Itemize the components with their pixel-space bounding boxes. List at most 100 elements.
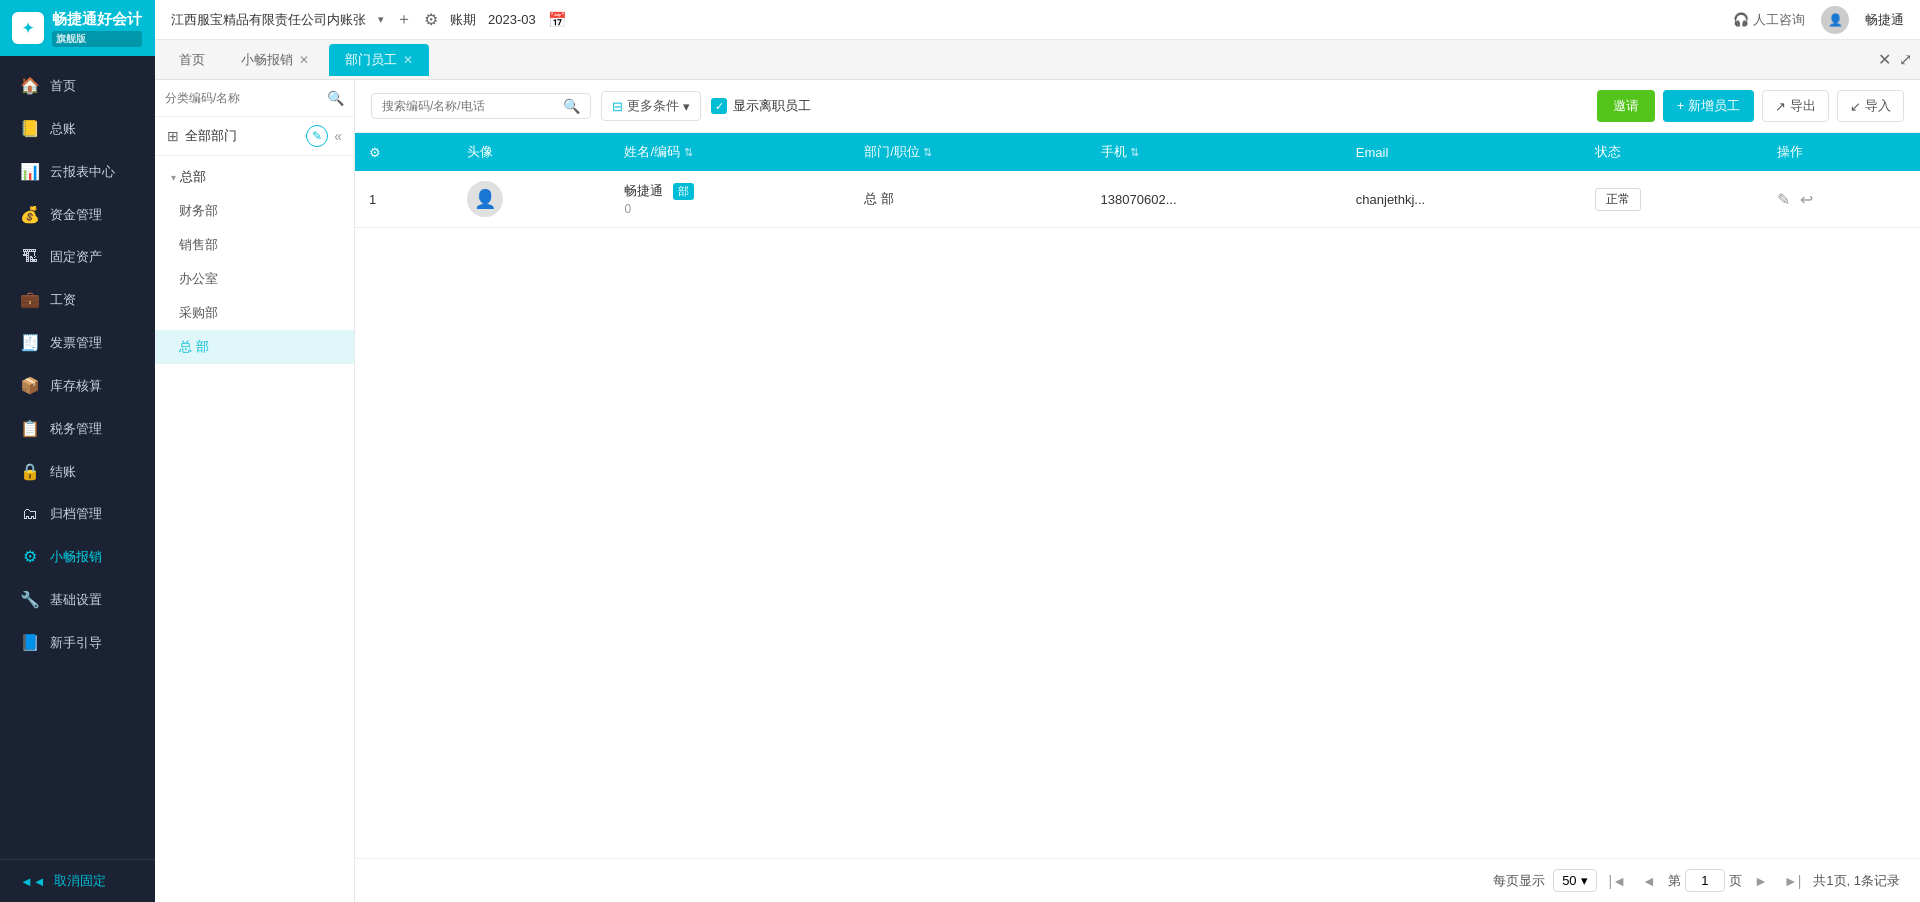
invoice-icon: 🧾 — [20, 333, 40, 352]
settings-icon[interactable]: ⚙ — [424, 10, 438, 29]
dept-tree: ▾ 总部 财务部 销售部 办公室 采购部 总 部 — [155, 156, 354, 902]
main-content: 江西服宝精品有限责任公司内账张 ▾ ＋ ⚙ 账期 2023-03 📅 🎧 人工咨… — [155, 0, 1920, 902]
period-label: 账期 — [450, 11, 476, 29]
sidebar-item-label: 新手引导 — [50, 634, 102, 652]
next-page-button[interactable]: ► — [1750, 871, 1772, 891]
support-button[interactable]: 🎧 人工咨询 — [1733, 11, 1805, 29]
sidebar-item-expense[interactable]: ⚙ 小畅报销 — [0, 535, 155, 578]
sidebar-item-funds[interactable]: 💰 资金管理 — [0, 193, 155, 236]
dept-item-finance[interactable]: 财务部 — [155, 194, 354, 228]
dept-search-icon[interactable]: 🔍 — [327, 90, 344, 106]
sidebar-item-salary[interactable]: 💼 工资 — [0, 278, 155, 321]
edit-button[interactable]: ✎ — [1777, 190, 1790, 209]
sidebar-item-tax[interactable]: 📋 税务管理 — [0, 407, 155, 450]
dept-item-sales[interactable]: 销售部 — [155, 228, 354, 262]
sidebar-item-close[interactable]: 🔒 结账 — [0, 450, 155, 493]
close-window-icon[interactable]: ✕ — [1878, 50, 1891, 69]
sidebar-item-basic[interactable]: 🔧 基础设置 — [0, 578, 155, 621]
col-email: Email — [1342, 133, 1581, 171]
employee-search-icon[interactable]: 🔍 — [563, 98, 580, 114]
tab-dept-employee-label: 部门员工 — [345, 51, 397, 69]
company-dropdown-icon[interactable]: ▾ — [378, 13, 384, 26]
toolbar-right: 邀请 + 新增员工 ↗ 导出 ↙ 导入 — [1597, 90, 1904, 122]
dept-item-headquarters[interactable]: 总 部 — [155, 330, 354, 364]
expand-icon[interactable]: ⤢ — [1899, 50, 1912, 69]
sidebar-item-label: 首页 — [50, 77, 76, 95]
filter-button[interactable]: ⊟ 更多条件 ▾ — [601, 91, 701, 121]
col-dept-position[interactable]: 部门/职位 ⇅ — [850, 133, 1086, 171]
sidebar-item-label: 小畅报销 — [50, 548, 102, 566]
avatar-icon: 👤 — [474, 188, 496, 210]
tab-expense-close-icon[interactable]: ✕ — [299, 53, 309, 67]
collapse-icon[interactable]: « — [334, 128, 342, 144]
row-dept-position: 总 部 — [850, 171, 1086, 228]
pagination: 每页显示 50 ▾ |◄ ◄ 第 页 ► ►| 共1页, 1条记录 — [355, 858, 1920, 902]
employee-name: 畅捷通 — [624, 183, 663, 198]
tab-dept-employee[interactable]: 部门员工 ✕ — [329, 44, 429, 76]
dept-item-finance-label: 财务部 — [179, 202, 218, 220]
dept-item-office[interactable]: 办公室 — [155, 262, 354, 296]
reports-icon: 📊 — [20, 162, 40, 181]
last-page-button[interactable]: ►| — [1780, 871, 1806, 891]
sidebar-nav: 🏠 首页 📒 总账 📊 云报表中心 💰 资金管理 🏗 固定资产 💼 工资 🧾 发… — [0, 56, 155, 859]
app-logo: ✦ 畅捷通好会计 旗舰版 — [0, 0, 155, 56]
employee-code: 0 — [624, 202, 836, 216]
all-depts-header: ⊞ 全部部门 ✎ « — [155, 117, 354, 156]
tab-expense-label: 小畅报销 — [241, 51, 293, 69]
tab-bar: 首页 小畅报销 ✕ 部门员工 ✕ ✕ ⤢ — [155, 40, 1920, 80]
assets-icon: 🏗 — [20, 248, 40, 266]
sort-icon: ⇅ — [923, 146, 932, 158]
per-page-value: 50 — [1562, 873, 1576, 888]
prev-page-button[interactable]: ◄ — [1638, 871, 1660, 891]
sort-icon: ⇅ — [1130, 146, 1139, 158]
sidebar-item-inventory[interactable]: 📦 库存核算 — [0, 364, 155, 407]
tab-home-label: 首页 — [179, 51, 205, 69]
home-icon: 🏠 — [20, 76, 40, 95]
sidebar-item-reports[interactable]: 📊 云报表中心 — [0, 150, 155, 193]
tab-dept-close-icon[interactable]: ✕ — [403, 53, 413, 67]
employee-toolbar: 🔍 ⊟ 更多条件 ▾ ✓ 显示离职员工 邀请 + 新增员工 ↗ 导出 — [355, 80, 1920, 133]
sidebar-item-guide[interactable]: 📘 新手引导 — [0, 621, 155, 664]
tab-expense[interactable]: 小畅报销 ✕ — [225, 44, 325, 76]
col-phone[interactable]: 手机 ⇅ — [1087, 133, 1342, 171]
sidebar-item-home[interactable]: 🏠 首页 — [0, 64, 155, 107]
tab-home[interactable]: 首页 — [163, 44, 221, 76]
row-name-code: 畅捷通 部 0 — [610, 171, 850, 228]
page-body: 🔍 ⊞ 全部部门 ✎ « ▾ 总部 财务部 销售部 — [155, 80, 1920, 902]
dept-item-purchase[interactable]: 采购部 — [155, 296, 354, 330]
import-icon: ↙ — [1850, 99, 1861, 114]
add-tab-button[interactable]: ＋ — [396, 9, 412, 30]
page-input-wrap: 第 页 — [1668, 869, 1742, 892]
filter-arrow-icon: ▾ — [683, 99, 690, 114]
per-page-arrow-icon: ▾ — [1581, 873, 1588, 888]
per-page-select[interactable]: 50 ▾ — [1553, 869, 1596, 892]
sidebar-item-archive[interactable]: 🗂 归档管理 — [0, 493, 155, 535]
sidebar-item-assets[interactable]: 🏗 固定资产 — [0, 236, 155, 278]
dept-search-box: 🔍 — [155, 80, 354, 117]
import-button[interactable]: ↙ 导入 — [1837, 90, 1904, 122]
dept-parent-label: 总部 — [180, 168, 206, 186]
inventory-icon: 📦 — [20, 376, 40, 395]
unpin-button[interactable]: ◄◄ 取消固定 — [0, 859, 155, 902]
sidebar-item-invoice[interactable]: 🧾 发票管理 — [0, 321, 155, 364]
sidebar-item-ledger[interactable]: 📒 总账 — [0, 107, 155, 150]
page-input[interactable] — [1685, 869, 1725, 892]
page-suffix: 页 — [1729, 872, 1742, 890]
add-employee-button[interactable]: + 新增员工 — [1663, 90, 1754, 122]
sidebar: ✦ 畅捷通好会计 旗舰版 🏠 首页 📒 总账 📊 云报表中心 💰 资金管理 🏗 … — [0, 0, 155, 902]
delete-button[interactable]: ↩ — [1800, 190, 1813, 209]
col-settings[interactable]: ⚙ — [355, 133, 453, 171]
dept-parent-general[interactable]: ▾ 总部 — [155, 160, 354, 194]
employee-search-input[interactable] — [382, 99, 557, 113]
show-resigned-checkbox[interactable]: ✓ 显示离职员工 — [711, 97, 811, 115]
dept-search-input[interactable] — [165, 91, 321, 105]
calendar-icon[interactable]: 📅 — [548, 11, 567, 29]
col-name-code[interactable]: 姓名/编码 ⇅ — [610, 133, 850, 171]
tree-expand-icon: ▾ — [171, 172, 176, 183]
invite-button[interactable]: 邀请 — [1597, 90, 1655, 122]
first-page-button[interactable]: |◄ — [1605, 871, 1631, 891]
dept-edit-button[interactable]: ✎ — [306, 125, 328, 147]
support-label: 人工咨询 — [1753, 11, 1805, 29]
export-button[interactable]: ↗ 导出 — [1762, 90, 1829, 122]
username: 畅捷通 — [1865, 11, 1904, 29]
